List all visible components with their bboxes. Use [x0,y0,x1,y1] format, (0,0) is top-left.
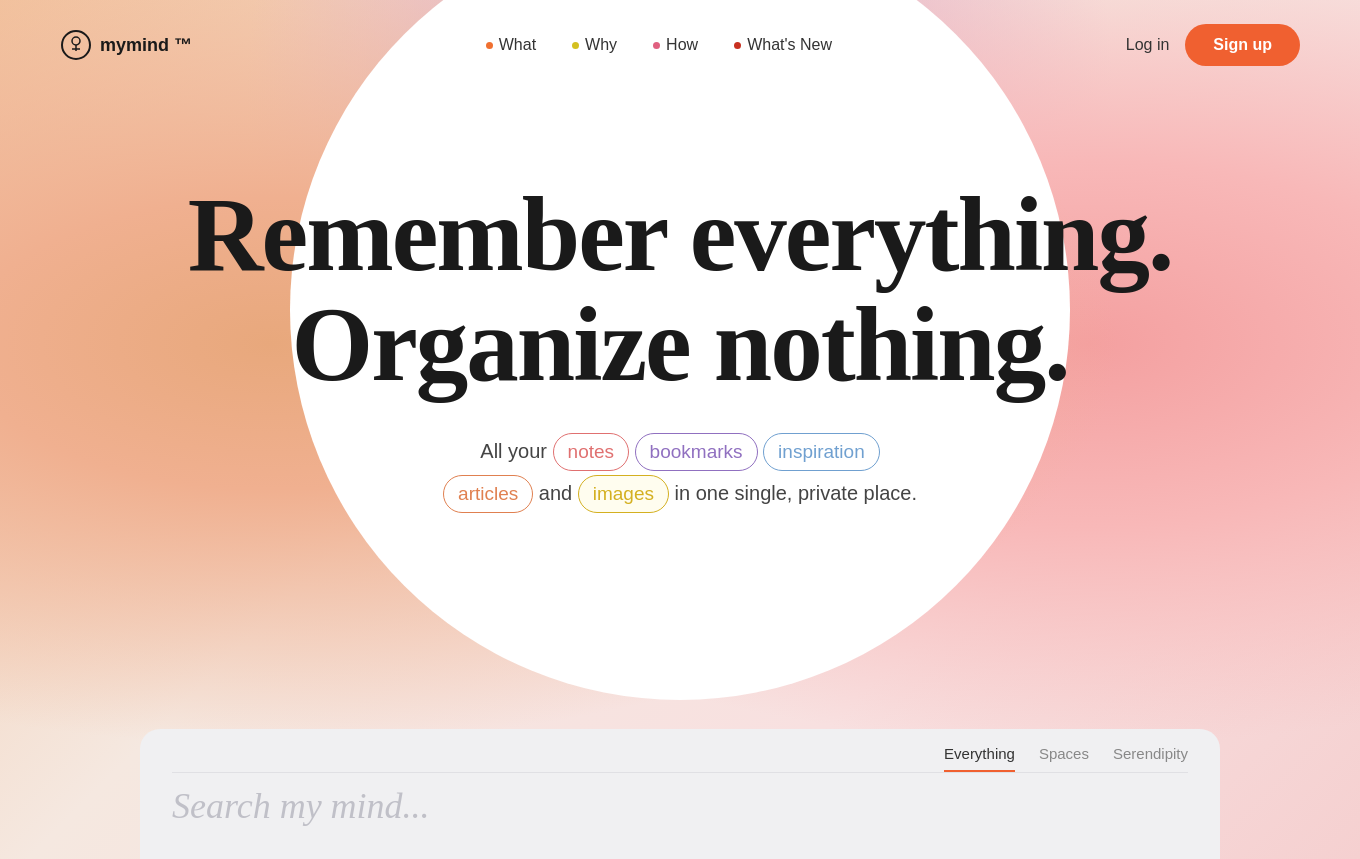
subtitle-suffix: in one single, private place. [675,482,917,504]
tag-notes[interactable]: notes [553,433,629,471]
nav-actions: Log in Sign up [1126,24,1300,66]
panel-tabs: Everything Spaces Serendipity [140,729,1220,772]
subtitle-prefix: All your [480,440,547,462]
logo-text: mymind ™ [100,35,192,56]
nav-dot-whats-new [734,42,741,49]
nav-dot-why [572,42,579,49]
hero-subtitle: All your notes bookmarks inspiration art… [0,433,1360,514]
logo[interactable]: mymind ™ [60,29,192,61]
tag-articles[interactable]: articles [443,475,533,513]
hero-headline: Remember everything. Organize nothing. [0,180,1360,401]
hero-content: Remember everything. Organize nothing. A… [0,90,1360,513]
bottom-panel: Everything Spaces Serendipity Search my … [140,729,1220,859]
subtitle-line1: All your notes bookmarks inspiration [0,433,1360,471]
nav-dot-how [653,42,660,49]
tag-inspiration[interactable]: inspiration [763,433,880,471]
hero-line1: Remember everything. [188,176,1172,293]
nav-links: What Why How What's New [486,36,832,54]
nav-dot-what [486,42,493,49]
hero-line2: Organize nothing. [292,286,1069,403]
navbar: mymind ™ What Why How What's New [0,0,1360,90]
nav-item-how[interactable]: How [653,36,698,54]
subtitle-line2: articles and images in one single, priva… [0,475,1360,513]
nav-item-what[interactable]: What [486,36,536,54]
tab-spaces[interactable]: Spaces [1039,745,1089,772]
subtitle-and: and [539,482,572,504]
panel-search: Search my mind... [140,773,1220,851]
signup-button[interactable]: Sign up [1185,24,1300,66]
login-button[interactable]: Log in [1126,36,1170,54]
svg-point-1 [72,37,80,45]
search-placeholder-text[interactable]: Search my mind... [172,786,430,826]
nav-item-whats-new[interactable]: What's New [734,36,832,54]
nav-item-why[interactable]: Why [572,36,617,54]
tab-serendipity[interactable]: Serendipity [1113,745,1188,772]
tag-images[interactable]: images [578,475,669,513]
tab-everything[interactable]: Everything [944,745,1015,772]
tag-bookmarks[interactable]: bookmarks [635,433,758,471]
logo-icon [60,29,92,61]
